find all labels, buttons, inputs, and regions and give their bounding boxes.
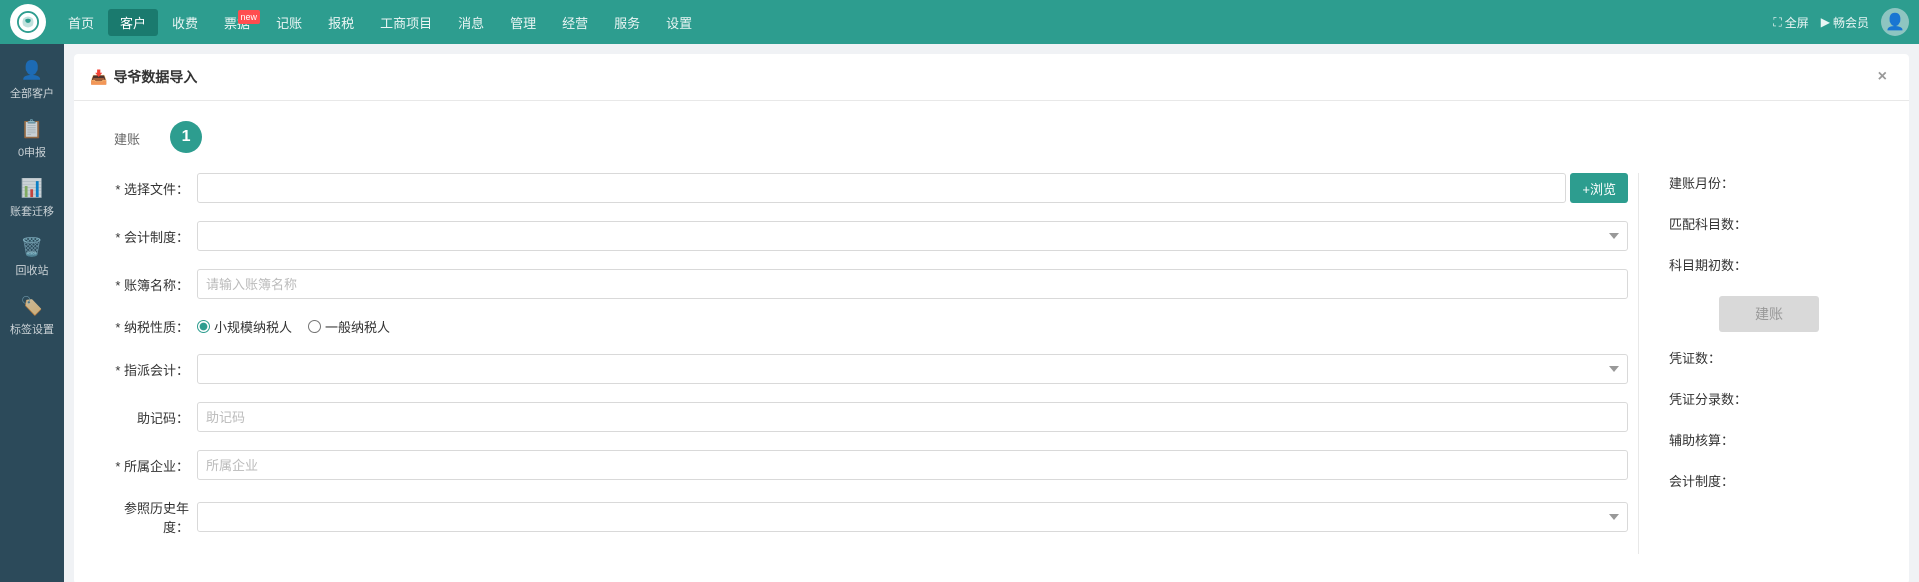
- right-row-voucher-entries: 凭证分录数：: [1669, 389, 1869, 408]
- accounting-system-select[interactable]: [197, 221, 1628, 251]
- nav-settings[interactable]: 设置: [654, 9, 704, 36]
- nav-operations[interactable]: 经营: [550, 9, 600, 36]
- select-file-row: * 选择文件： +浏览: [114, 173, 1628, 203]
- company-input[interactable]: [197, 450, 1628, 480]
- ledger-migration-icon: 📊: [21, 178, 43, 199]
- initial-label: 科目期初数：: [1669, 255, 1747, 274]
- right-accounting-system-label: 会计制度：: [1669, 471, 1734, 490]
- right-row-initial: 科目期初数：: [1669, 255, 1869, 274]
- nav-right-area: ⛶ 全屏 ▶ 畅会员 👤: [1773, 8, 1909, 36]
- accounting-system-label: * 会计制度：: [114, 227, 189, 246]
- history-year-row: 参照历史年度：: [114, 498, 1628, 536]
- tax-nature-label: * 纳税性质：: [114, 317, 189, 336]
- top-navigation: 首页 客户 收费 票据 new 记账 报税 工商项目 消息 管理 经营 服务 设…: [0, 0, 1919, 44]
- memo-code-row: 助记码：: [114, 402, 1628, 432]
- assign-accountant-label: * 指派会计：: [114, 360, 189, 379]
- dialog-header: 📥 导爷数据导入 ×: [74, 54, 1909, 101]
- voucher-entries-label: 凭证分录数：: [1669, 389, 1747, 408]
- month-label: 建账月份：: [1669, 173, 1734, 192]
- app-logo[interactable]: [10, 4, 46, 40]
- tax-nature-radio-group: 小规模纳税人 一般纳税人: [197, 317, 390, 336]
- ledger-name-input[interactable]: [197, 269, 1628, 299]
- memo-code-label: 助记码：: [114, 408, 189, 427]
- file-input[interactable]: [197, 173, 1566, 203]
- company-label: * 所属企业：: [114, 456, 189, 475]
- browse-button[interactable]: +浏览: [1570, 173, 1628, 203]
- form-left: * 选择文件： +浏览 * 会计制度：: [114, 173, 1628, 554]
- history-year-select[interactable]: [197, 502, 1628, 532]
- right-row-accounting-system: 会计制度：: [1669, 471, 1869, 490]
- nav-fees[interactable]: 收费: [160, 9, 210, 36]
- main-content: 📥 导爷数据导入 × 建账 1: [64, 44, 1919, 582]
- main-layout: 👤 全部客户 📋 0申报 📊 账套迁移 🗑️ 回收站 🏷️ 标签设置 📥: [0, 44, 1919, 582]
- tax-option1-radio[interactable]: [197, 320, 210, 333]
- recycle-bin-icon: 🗑️: [21, 237, 43, 258]
- right-row-month: 建账月份：: [1669, 173, 1869, 192]
- zero-declaration-icon: 📋: [21, 119, 43, 140]
- sidebar-item-tag-settings[interactable]: 🏷️ 标签设置: [2, 288, 62, 345]
- nav-management[interactable]: 管理: [498, 9, 548, 36]
- nav-customers[interactable]: 客户: [108, 9, 158, 36]
- step-circle: 1: [170, 121, 202, 153]
- history-year-label: 参照历史年度：: [114, 498, 189, 536]
- vip-icon: ▶: [1821, 15, 1830, 29]
- sidebar: 👤 全部客户 📋 0申报 📊 账套迁移 🗑️ 回收站 🏷️ 标签设置: [0, 44, 64, 582]
- sidebar-item-recycle-bin[interactable]: 🗑️ 回收站: [2, 229, 62, 286]
- vip-button[interactable]: ▶ 畅会员: [1821, 14, 1869, 31]
- vertical-divider: [1638, 173, 1639, 554]
- right-row-match: 匹配科目数：: [1669, 214, 1869, 233]
- memo-code-input[interactable]: [197, 402, 1628, 432]
- fullscreen-icon: ⛶: [1773, 15, 1781, 30]
- step-label: 建账: [114, 121, 140, 148]
- company-row: * 所属企业：: [114, 450, 1628, 480]
- build-account-button[interactable]: 建账: [1719, 296, 1819, 332]
- accounting-system-row: * 会计制度：: [114, 221, 1628, 251]
- nav-menu: 首页 客户 收费 票据 new 记账 报税 工商项目 消息 管理 经营 服务 设…: [56, 9, 1773, 36]
- dialog-body: 建账 1 * 选择文件： +浏览: [74, 101, 1909, 582]
- all-customers-icon: 👤: [21, 60, 43, 81]
- aux-label: 辅助核算：: [1669, 430, 1734, 449]
- dialog-title-area: 📥 导爷数据导入: [90, 67, 197, 87]
- nav-biz-projects[interactable]: 工商项目: [368, 9, 444, 36]
- sidebar-item-zero-declaration[interactable]: 📋 0申报: [2, 111, 62, 168]
- fullscreen-button[interactable]: ⛶ 全屏: [1773, 14, 1808, 31]
- step-area: 建账 1: [114, 121, 1869, 153]
- ledger-name-label: * 账簿名称：: [114, 275, 189, 294]
- nav-services[interactable]: 服务: [602, 9, 652, 36]
- sidebar-item-all-customers[interactable]: 👤 全部客户: [2, 52, 62, 109]
- dialog-import: 📥 导爷数据导入 × 建账 1: [74, 54, 1909, 582]
- right-row-aux: 辅助核算：: [1669, 430, 1869, 449]
- tag-settings-icon: 🏷️: [21, 296, 43, 317]
- nav-bookkeeping[interactable]: 记账: [264, 9, 314, 36]
- dialog-title: 导爷数据导入: [113, 67, 197, 87]
- nav-home[interactable]: 首页: [56, 9, 106, 36]
- new-badge: new: [238, 10, 261, 24]
- ledger-name-row: * 账簿名称：: [114, 269, 1628, 299]
- nav-messages[interactable]: 消息: [446, 9, 496, 36]
- vouchers-label: 凭证数：: [1669, 348, 1721, 367]
- close-button[interactable]: ×: [1872, 66, 1893, 88]
- right-row-vouchers: 凭证数：: [1669, 348, 1869, 367]
- match-label: 匹配科目数：: [1669, 214, 1747, 233]
- sidebar-item-ledger-migration[interactable]: 📊 账套迁移: [2, 170, 62, 227]
- nav-invoices[interactable]: 票据 new: [212, 9, 262, 36]
- avatar-icon: 👤: [1885, 12, 1905, 32]
- user-avatar[interactable]: 👤: [1881, 8, 1909, 36]
- select-file-label: * 选择文件：: [114, 179, 189, 198]
- form-right: 建账月份： 匹配科目数： 科目期初数：: [1649, 173, 1869, 554]
- file-input-group: +浏览: [197, 173, 1628, 203]
- tax-option1-label[interactable]: 小规模纳税人: [197, 317, 292, 336]
- import-icon: 📥: [90, 69, 107, 86]
- assign-accountant-select[interactable]: [197, 354, 1628, 384]
- tax-option2-radio[interactable]: [308, 320, 321, 333]
- tax-option2-label[interactable]: 一般纳税人: [308, 317, 390, 336]
- assign-accountant-row: * 指派会计：: [114, 354, 1628, 384]
- tax-nature-row: * 纳税性质： 小规模纳税人 一般纳税人: [114, 317, 1628, 336]
- nav-tax[interactable]: 报税: [316, 9, 366, 36]
